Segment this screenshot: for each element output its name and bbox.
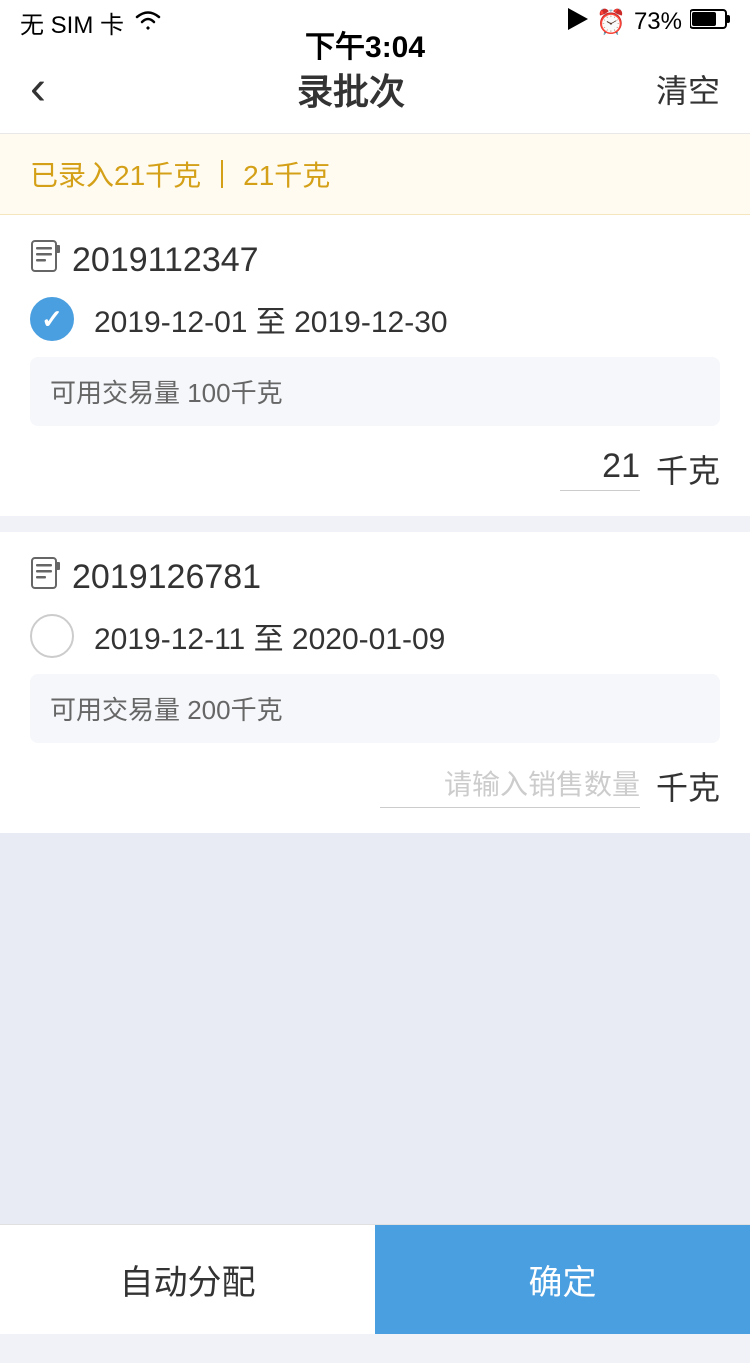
battery-icon: [690, 8, 730, 37]
empty-area: [0, 833, 750, 1253]
status-left: 无 SIM 卡: [20, 5, 162, 40]
document-icon-2: [30, 556, 62, 598]
batch-avail-text-2: 可用交易量 200千克: [50, 695, 283, 725]
location-icon: [568, 8, 588, 37]
checkbox-1[interactable]: [30, 297, 74, 341]
back-button[interactable]: ‹: [30, 61, 46, 116]
confirm-label: 确定: [529, 1255, 597, 1304]
batch-item-1-inner: 2019112347 2019-12-01 至 2019-12-30 可用交易量…: [0, 215, 750, 426]
batch-date-row-2: 2019-12-11 至 2020-01-09: [30, 614, 720, 658]
wifi-icon: [134, 8, 162, 37]
qty-input-1[interactable]: [560, 447, 640, 486]
banner-divider: [221, 160, 223, 188]
batch-date-1: 2019-12-01 至 2019-12-30: [94, 297, 448, 341]
battery-text: 73%: [634, 8, 682, 36]
status-time: 下午3:04: [305, 22, 425, 66]
batch-date-row-1: 2019-12-01 至 2019-12-30: [30, 297, 720, 341]
status-bar: 无 SIM 卡 下午3:04 ⏰ 73%: [0, 0, 750, 44]
document-icon-1: [30, 239, 62, 281]
content-area: 已录入21千克 21千克 2019112347 2: [0, 134, 750, 1363]
auto-distribute-label: 自动分配: [120, 1255, 256, 1304]
info-banner: 已录入21千克 21千克: [0, 134, 750, 215]
batch-avail-box-2: 可用交易量 200千克: [30, 674, 720, 743]
qty-input-wrapper-2: [380, 764, 640, 808]
section-divider: [0, 516, 750, 532]
auto-distribute-button[interactable]: 自动分配: [0, 1225, 375, 1334]
clear-button[interactable]: 清空: [656, 66, 720, 112]
qty-input-wrapper-1: [560, 447, 640, 491]
bottom-bar: 自动分配 确定: [0, 1224, 750, 1334]
qty-unit-1: 千克: [656, 446, 720, 492]
confirm-button[interactable]: 确定: [375, 1225, 750, 1334]
batch-avail-box-1: 可用交易量 100千克: [30, 357, 720, 426]
batch-id-1: 2019112347: [72, 241, 259, 280]
qty-unit-2: 千克: [656, 763, 720, 809]
batch-id-row-1: 2019112347: [30, 239, 720, 281]
page-title: 录批次: [297, 63, 405, 115]
sim-status: 无 SIM 卡: [20, 5, 124, 40]
recorded-label: 已录入21千克: [30, 154, 201, 194]
batch-item-2: 2019126781 2019-12-11 至 2020-01-09 可用交易量…: [0, 532, 750, 833]
batch-avail-text-1: 可用交易量 100千克: [50, 378, 283, 408]
batch-id-2: 2019126781: [72, 558, 261, 597]
qty-row-1: 千克: [0, 426, 750, 516]
recorded-value: 21千克: [243, 154, 330, 194]
alarm-icon: ⏰: [596, 8, 626, 37]
qty-row-2: 千克: [0, 743, 750, 833]
batch-date-2: 2019-12-11 至 2020-01-09: [94, 614, 445, 658]
status-right: ⏰ 73%: [568, 8, 730, 37]
checkbox-2[interactable]: [30, 614, 74, 658]
batch-id-row-2: 2019126781: [30, 556, 720, 598]
batch-item-2-inner: 2019126781 2019-12-11 至 2020-01-09 可用交易量…: [0, 532, 750, 743]
batch-item-1: 2019112347 2019-12-01 至 2019-12-30 可用交易量…: [0, 215, 750, 516]
qty-input-2[interactable]: [380, 764, 640, 803]
